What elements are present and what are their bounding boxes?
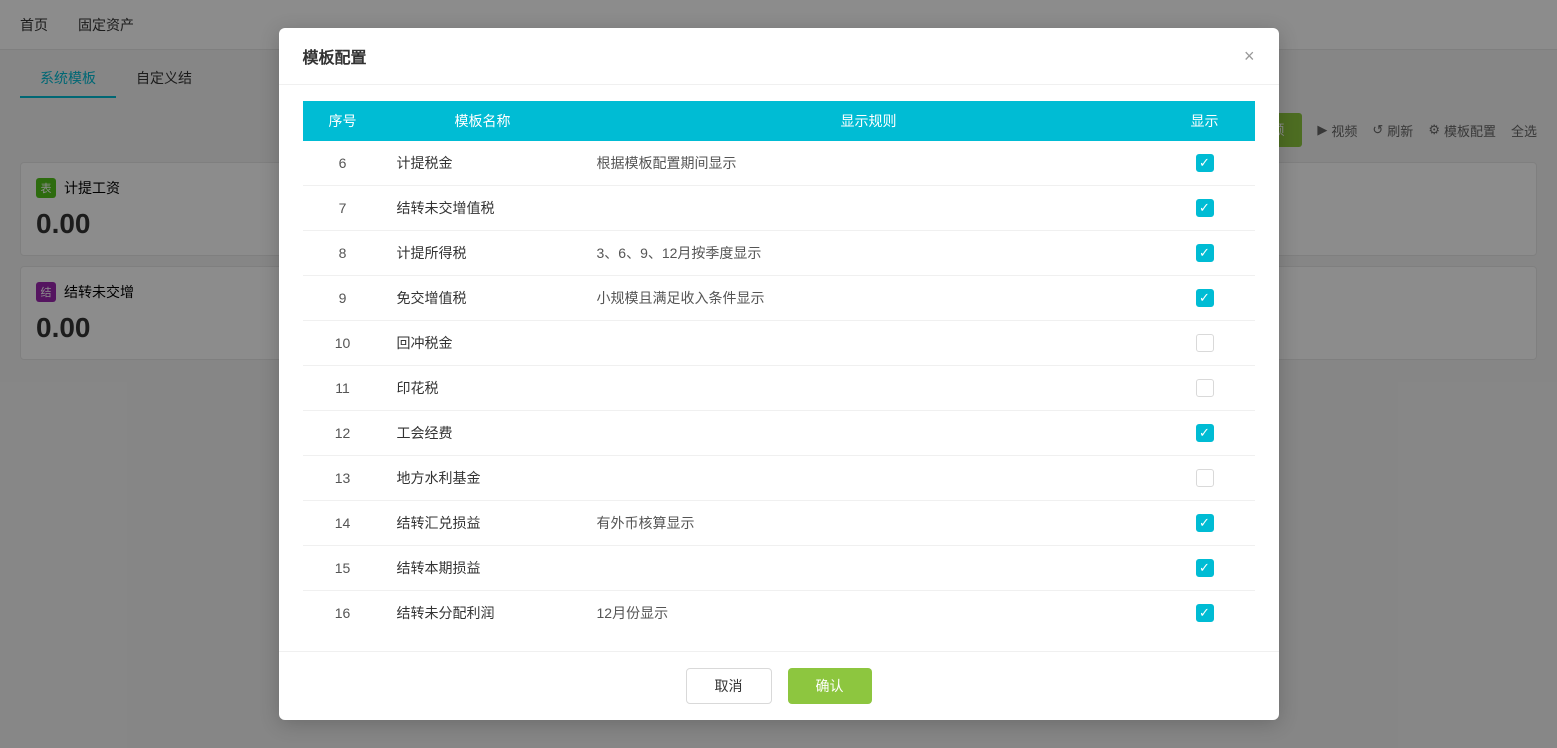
cell-seq: 16 [303,591,383,636]
cell-seq: 15 [303,546,383,591]
cell-rule [583,366,1155,411]
table-header-row: 序号 模板名称 显示规则 显示 [303,101,1255,141]
checkbox-row-1[interactable] [1196,199,1214,217]
cell-rule [583,411,1155,456]
table-row: 9免交增值税小规模且满足收入条件显示 [303,276,1255,321]
cell-rule: 有外币核算显示 [583,501,1155,546]
cell-display [1155,231,1255,276]
cell-seq: 6 [303,141,383,186]
cell-name: 工会经费 [383,411,583,456]
config-table: 序号 模板名称 显示规则 显示 6计提税金根据模板配置期间显示7结转未交增值税8… [303,101,1255,635]
cell-seq: 10 [303,321,383,366]
cell-name: 结转未交增值税 [383,186,583,231]
cell-name: 计提税金 [383,141,583,186]
cell-display [1155,591,1255,636]
checkbox-row-9[interactable] [1196,559,1214,577]
cell-rule [583,186,1155,231]
cell-name: 回冲税金 [383,321,583,366]
cell-seq: 14 [303,501,383,546]
checkbox-row-0[interactable] [1196,154,1214,172]
cancel-button[interactable]: 取消 [686,668,772,704]
modal-overlay: 模板配置 × 序号 模板名称 显示规则 显示 6计提税金根据模板配置期间显示7结… [0,0,1557,748]
cell-name: 结转汇兑损益 [383,501,583,546]
col-rule: 显示规则 [583,101,1155,141]
cell-display [1155,501,1255,546]
cell-name: 结转未分配利润 [383,591,583,636]
dialog-footer: 取消 确认 [279,651,1279,720]
cell-rule: 根据模板配置期间显示 [583,141,1155,186]
checkbox-row-5[interactable] [1196,379,1214,397]
cell-display [1155,456,1255,501]
cell-rule: 小规模且满足收入条件显示 [583,276,1155,321]
table-row: 6计提税金根据模板配置期间显示 [303,141,1255,186]
cell-display [1155,141,1255,186]
dialog-close-button[interactable]: × [1244,47,1255,65]
cell-display [1155,186,1255,231]
col-display: 显示 [1155,101,1255,141]
cell-seq: 13 [303,456,383,501]
cell-name: 结转本期损益 [383,546,583,591]
table-row: 8计提所得税3、6、9、12月按季度显示 [303,231,1255,276]
cell-display [1155,546,1255,591]
cell-display [1155,366,1255,411]
table-row: 15结转本期损益 [303,546,1255,591]
table-row: 10回冲税金 [303,321,1255,366]
dialog-header: 模板配置 × [279,28,1279,85]
cell-name: 免交增值税 [383,276,583,321]
cell-rule [583,456,1155,501]
checkbox-row-4[interactable] [1196,334,1214,352]
cell-name: 印花税 [383,366,583,411]
cell-rule [583,546,1155,591]
cell-seq: 9 [303,276,383,321]
cell-rule: 12月份显示 [583,591,1155,636]
cell-seq: 11 [303,366,383,411]
cell-display [1155,276,1255,321]
confirm-button[interactable]: 确认 [788,668,872,704]
cell-display [1155,321,1255,366]
table-row: 13地方水利基金 [303,456,1255,501]
template-config-dialog: 模板配置 × 序号 模板名称 显示规则 显示 6计提税金根据模板配置期间显示7结… [279,28,1279,720]
col-seq: 序号 [303,101,383,141]
checkbox-row-7[interactable] [1196,469,1214,487]
dialog-title: 模板配置 [303,44,367,68]
dialog-body: 序号 模板名称 显示规则 显示 6计提税金根据模板配置期间显示7结转未交增值税8… [279,85,1279,651]
cell-rule [583,321,1155,366]
table-row: 7结转未交增值税 [303,186,1255,231]
checkbox-row-10[interactable] [1196,604,1214,622]
cell-seq: 7 [303,186,383,231]
col-name: 模板名称 [383,101,583,141]
cell-seq: 12 [303,411,383,456]
cell-name: 计提所得税 [383,231,583,276]
cell-name: 地方水利基金 [383,456,583,501]
table-row: 14结转汇兑损益有外币核算显示 [303,501,1255,546]
checkbox-row-8[interactable] [1196,514,1214,532]
cell-rule: 3、6、9、12月按季度显示 [583,231,1155,276]
table-row: 12工会经费 [303,411,1255,456]
table-row: 11印花税 [303,366,1255,411]
cell-display [1155,411,1255,456]
table-row: 16结转未分配利润12月份显示 [303,591,1255,636]
cell-seq: 8 [303,231,383,276]
checkbox-row-3[interactable] [1196,289,1214,307]
checkbox-row-2[interactable] [1196,244,1214,262]
checkbox-row-6[interactable] [1196,424,1214,442]
